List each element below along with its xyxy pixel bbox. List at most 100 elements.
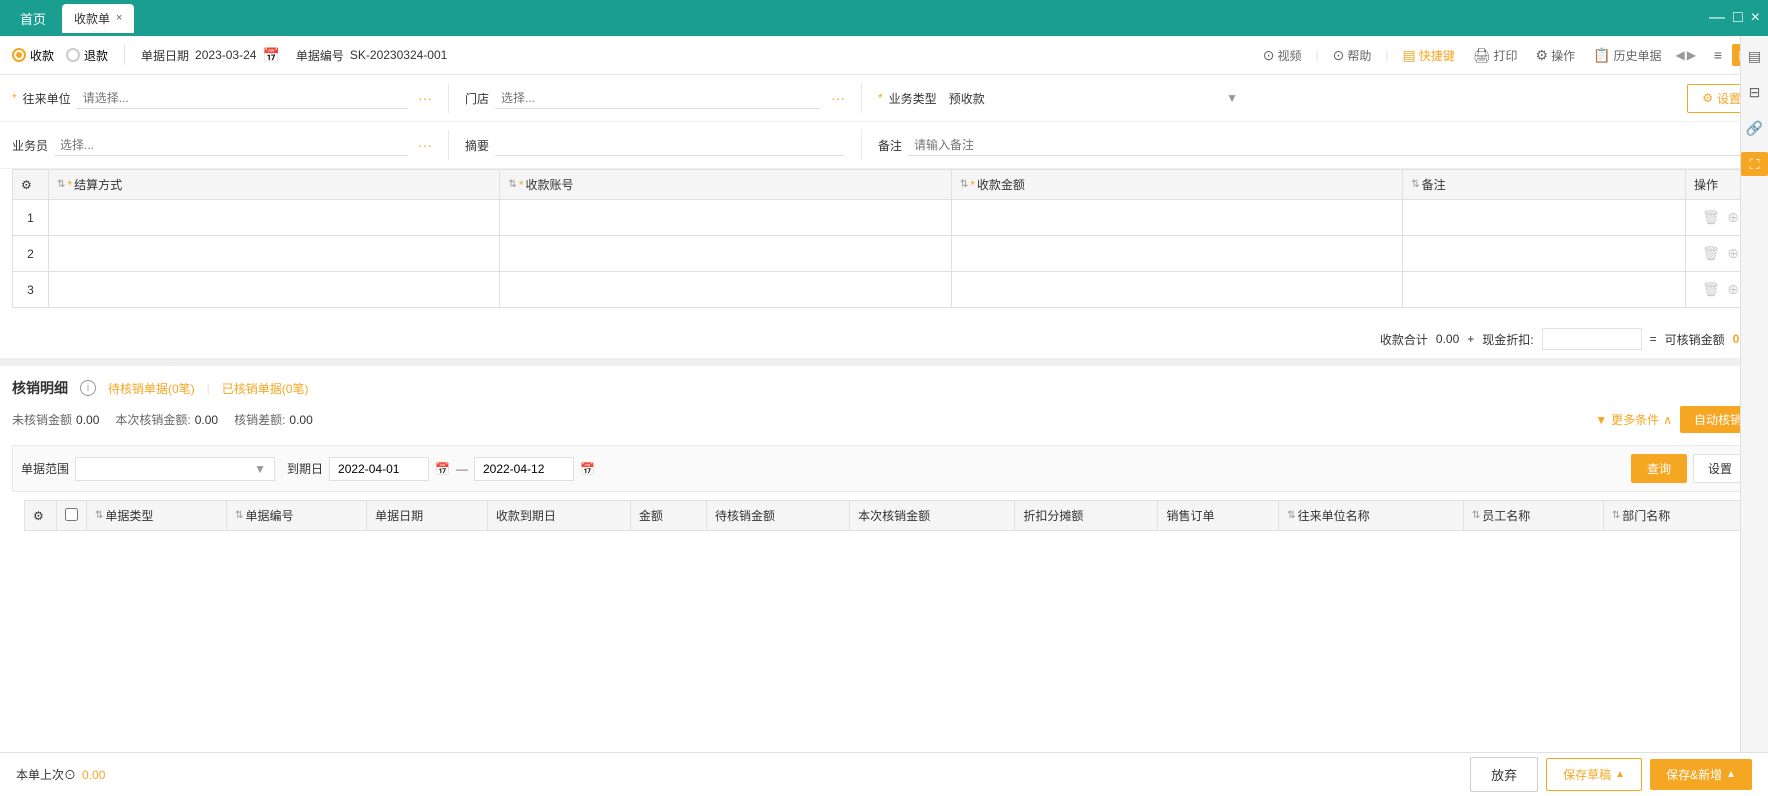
sort-icon-cp[interactable]: ⇅	[1287, 510, 1295, 521]
row-1-copy-icon[interactable]: ⊕	[1727, 209, 1739, 225]
store-input[interactable]	[495, 88, 821, 109]
col-settings-header[interactable]: ⚙	[13, 170, 49, 200]
tab-home[interactable]: 首页	[8, 3, 58, 34]
tab-bar-left: 首页 收款单 ×	[8, 3, 134, 34]
sort-icon-dept[interactable]: ⇅	[1612, 510, 1620, 521]
radio-receive[interactable]: 收款	[12, 47, 54, 64]
sidebar-icon-2[interactable]: ⊟	[1743, 80, 1767, 104]
shortcut-icon: ▤	[1402, 47, 1415, 64]
view-list-icon[interactable]: ≡	[1706, 44, 1730, 66]
main-content: 收款 退款 单据日期 2023-03-24 📅 单据编号 SK-20230324…	[0, 36, 1768, 796]
more-conditions-btn[interactable]: ▼ 更多条件 ∧	[1595, 411, 1672, 428]
date-value[interactable]: 2023-03-24	[195, 48, 256, 62]
row-1-account[interactable]	[500, 200, 951, 236]
stat-uncancelled: 未核销金额 0.00	[12, 411, 99, 428]
select-all-checkbox[interactable]	[65, 508, 78, 521]
row-2-delete-icon[interactable]: 🗑	[1702, 245, 1720, 261]
sort-icon-2[interactable]: ⇅	[508, 179, 516, 190]
row-2-remark[interactable]	[1403, 236, 1686, 272]
row-2-account[interactable]	[500, 236, 951, 272]
video-btn[interactable]: ⊙ 视频	[1259, 45, 1306, 66]
summary-input[interactable]	[495, 135, 845, 156]
counterparty-input[interactable]	[77, 88, 408, 109]
row-1-delete-icon[interactable]: 🗑	[1702, 209, 1720, 225]
counterparty-more-icon[interactable]: ···	[418, 90, 432, 106]
row-3-account[interactable]	[500, 272, 951, 308]
abandon-btn[interactable]: 放弃	[1470, 757, 1538, 792]
remark-input[interactable]	[908, 135, 1756, 156]
calendar-to-icon[interactable]: 📅	[580, 462, 595, 476]
calendar-icon[interactable]: 📅	[262, 47, 279, 64]
row-3-settlement[interactable]	[49, 272, 500, 308]
business-type-chevron[interactable]: ▼	[1226, 91, 1238, 105]
col-amount-header: 金额	[630, 501, 706, 531]
sort-icon-num[interactable]: ⇅	[235, 510, 243, 521]
calendar-from-icon[interactable]: 📅	[435, 462, 450, 476]
staff-more-icon[interactable]: ···	[418, 137, 432, 153]
row-2-settlement[interactable]	[49, 236, 500, 272]
col-settlement-header: ⇅ * 结算方式	[49, 170, 500, 200]
sort-icon-type[interactable]: ⇅	[95, 510, 103, 521]
date-label: 单据日期	[141, 47, 189, 64]
sort-icon-3[interactable]: ⇅	[960, 179, 968, 190]
row-3-remark[interactable]	[1403, 272, 1686, 308]
save-draft-btn[interactable]: 保存草稿 ▲	[1546, 758, 1642, 791]
row-3-copy-icon[interactable]: ⊕	[1727, 281, 1739, 297]
staff-input[interactable]	[54, 135, 408, 156]
table-row: 1 🗑 ⊕	[13, 200, 1756, 236]
sort-icon-staff[interactable]: ⇅	[1472, 510, 1480, 521]
row-2-copy-icon[interactable]: ⊕	[1727, 245, 1739, 261]
sidebar-icon-3[interactable]: 🔗	[1743, 116, 1767, 140]
col-sales-order-header: 销售订单	[1158, 501, 1279, 531]
row-3-amount[interactable]	[951, 272, 1402, 308]
row-1-remark[interactable]	[1403, 200, 1686, 236]
number-value[interactable]: SK-20230324-001	[350, 48, 447, 62]
row-1-amount[interactable]	[951, 200, 1402, 236]
window-minimize-icon[interactable]: —	[1709, 9, 1725, 27]
store-more-icon[interactable]: ···	[831, 90, 845, 106]
window-restore-icon[interactable]: □	[1733, 9, 1743, 27]
tab-active[interactable]: 收款单 ×	[62, 4, 134, 33]
discount-input[interactable]	[1542, 328, 1642, 350]
settings-icon: ⚙	[1702, 91, 1713, 105]
history-btn[interactable]: 📋 历史单据	[1589, 45, 1665, 66]
print-btn[interactable]: 🖨 打印	[1469, 45, 1522, 66]
business-type-label: 业务类型	[889, 90, 937, 107]
remark-label: 备注	[878, 137, 902, 154]
sidebar-icon-1[interactable]: ▤	[1743, 44, 1767, 68]
date-dash: —	[456, 462, 468, 476]
filter-settings-btn[interactable]: 设置	[1693, 454, 1747, 483]
staff-label: 业务员	[12, 137, 48, 154]
col-current-header: 本次核销金额	[850, 501, 1015, 531]
pending-tab[interactable]: 待核销单据(0笔)	[108, 380, 195, 397]
nav-arrows: ◀ ▶	[1676, 48, 1696, 62]
shortcut-btn[interactable]: ▤ 快捷键	[1398, 45, 1458, 66]
hexiao-info-icon[interactable]: i	[80, 380, 96, 396]
filter-actions: 查询 设置	[1631, 454, 1747, 483]
nav-prev-icon[interactable]: ◀	[1676, 48, 1685, 62]
vdivider-3	[448, 130, 449, 160]
footer-right: 放弃 保存草稿 ▲ 保存&新增 ▲	[1470, 757, 1752, 792]
sidebar-icon-4[interactable]: ⛶	[1741, 152, 1768, 176]
col-settings-header-2[interactable]: ⚙	[25, 501, 57, 531]
operate-btn[interactable]: ⚙ 操作	[1532, 45, 1580, 66]
date-from-input[interactable]	[329, 457, 429, 481]
window-close-icon[interactable]: ×	[1751, 9, 1760, 27]
done-tab[interactable]: 已核销单据(0笔)	[222, 380, 309, 397]
vdivider-1	[448, 83, 449, 113]
sort-icon-4[interactable]: ⇅	[1411, 179, 1419, 190]
range-select[interactable]: ▼	[75, 457, 275, 481]
row-3-delete-icon[interactable]: 🗑	[1702, 281, 1720, 297]
sort-icon-1[interactable]: ⇅	[57, 179, 65, 190]
query-btn[interactable]: 查询	[1631, 454, 1687, 483]
tab-close-icon[interactable]: ×	[116, 12, 122, 24]
row-1-settlement[interactable]	[49, 200, 500, 236]
radio-refund[interactable]: 退款	[66, 47, 108, 64]
required-star: *	[12, 91, 17, 105]
row-2-amount[interactable]	[951, 236, 1402, 272]
help-btn[interactable]: ⊙ 帮助	[1329, 45, 1376, 66]
save-new-btn[interactable]: 保存&新增 ▲	[1650, 759, 1752, 790]
date-to-input[interactable]	[474, 457, 574, 481]
nav-next-icon[interactable]: ▶	[1687, 48, 1696, 62]
summary-row: 收款合计 0.00 + 现金折扣: = 可核销金额 0.00	[0, 320, 1768, 358]
